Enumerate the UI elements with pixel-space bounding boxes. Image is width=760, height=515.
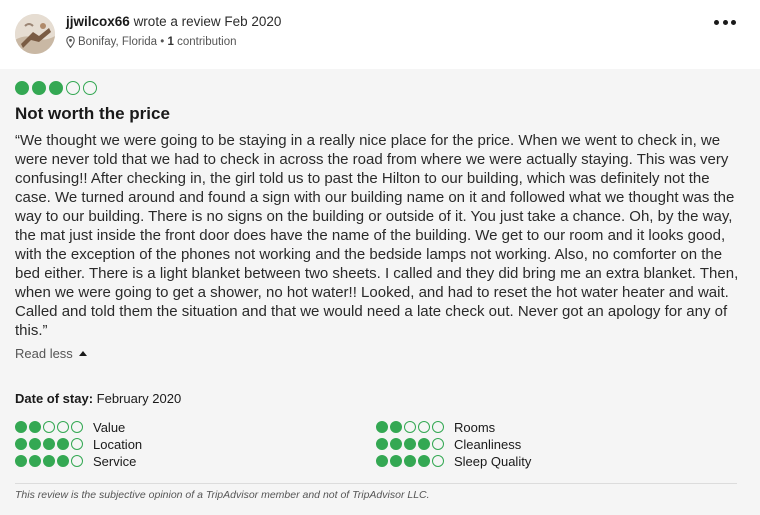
- filled-bubble-icon: [57, 438, 69, 450]
- sub-rating-label: Service: [93, 453, 137, 469]
- sub-rating-bubbles: [15, 421, 83, 433]
- avatar-image: [15, 14, 55, 54]
- sub-rating-bubbles: [376, 438, 444, 450]
- empty-bubble-icon: [66, 81, 80, 95]
- filled-bubble-icon: [43, 438, 55, 450]
- disclaimer: This review is the subjective opinion of…: [15, 489, 430, 501]
- sub-rating-rooms: Rooms: [376, 419, 495, 435]
- empty-bubble-icon: [57, 421, 69, 433]
- review-title[interactable]: Not worth the price: [15, 104, 170, 124]
- divider: [15, 483, 737, 484]
- caret-up-icon: [78, 351, 87, 356]
- sub-rating-location: Location: [15, 436, 142, 452]
- filled-bubble-icon: [404, 438, 416, 450]
- read-less-label: Read less: [15, 346, 73, 361]
- sub-rating-bubbles: [376, 421, 444, 433]
- filled-bubble-icon: [376, 455, 388, 467]
- more-dot: [731, 19, 736, 25]
- sub-rating-sleep-quality: Sleep Quality: [376, 453, 531, 469]
- meta-separator: •: [157, 36, 168, 48]
- filled-bubble-icon: [404, 455, 416, 467]
- filled-bubble-icon: [418, 438, 430, 450]
- filled-bubble-icon: [390, 438, 402, 450]
- reviewer-line: jjwilcox66 wrote a review Feb 2020: [66, 14, 281, 29]
- date-of-stay-label: Date of stay:: [15, 391, 94, 406]
- empty-bubble-icon: [43, 421, 55, 433]
- filled-bubble-icon: [15, 421, 27, 433]
- filled-bubble-icon: [29, 421, 41, 433]
- overall-rating-bubbles: [15, 81, 97, 95]
- filled-bubble-icon: [32, 81, 46, 95]
- empty-bubble-icon: [432, 438, 444, 450]
- date-of-stay: Date of stay: February 2020: [15, 391, 181, 406]
- sub-rating-value: Value: [15, 419, 125, 435]
- reviewer-location: Bonifay, Florida: [78, 36, 158, 48]
- empty-bubble-icon: [71, 421, 83, 433]
- review-action-text: wrote a review Feb 2020: [133, 14, 282, 29]
- filled-bubble-icon: [376, 421, 388, 433]
- filled-bubble-icon: [15, 455, 27, 467]
- more-dot: [714, 19, 719, 25]
- review-body: Not worth the price “We thought we were …: [0, 69, 760, 515]
- filled-bubble-icon: [29, 438, 41, 450]
- read-less-button[interactable]: Read less: [15, 346, 87, 361]
- empty-bubble-icon: [83, 81, 97, 95]
- review-text: “We thought we were going to be staying …: [15, 132, 739, 339]
- map-pin-icon: [66, 36, 75, 48]
- empty-bubble-icon: [432, 455, 444, 467]
- filled-bubble-icon: [390, 455, 402, 467]
- reviewer-username[interactable]: jjwilcox66: [66, 14, 130, 29]
- empty-bubble-icon: [71, 455, 83, 467]
- empty-bubble-icon: [71, 438, 83, 450]
- date-of-stay-value: February 2020: [96, 391, 182, 406]
- sub-rating-cleanliness: Cleanliness: [376, 436, 521, 452]
- empty-bubble-icon: [404, 421, 416, 433]
- more-dot: [722, 19, 728, 25]
- filled-bubble-icon: [49, 81, 63, 95]
- reviewer-meta: Bonifay, Florida • 1 contribution: [66, 36, 237, 48]
- more-options-icon[interactable]: [714, 12, 736, 32]
- filled-bubble-icon: [376, 438, 388, 450]
- filled-bubble-icon: [43, 455, 55, 467]
- filled-bubble-icon: [15, 81, 29, 95]
- sub-rating-label: Sleep Quality: [454, 453, 532, 469]
- empty-bubble-icon: [432, 421, 444, 433]
- contribution-label: contribution: [177, 36, 237, 48]
- avatar[interactable]: [15, 14, 55, 54]
- sub-rating-label: Rooms: [454, 419, 496, 435]
- empty-bubble-icon: [418, 421, 430, 433]
- sub-rating-label: Cleanliness: [454, 436, 522, 452]
- sub-rating-label: Location: [93, 436, 143, 452]
- sub-rating-service: Service: [15, 453, 136, 469]
- sub-rating-bubbles: [15, 438, 83, 450]
- sub-rating-bubbles: [376, 455, 444, 467]
- sub-rating-bubbles: [15, 455, 83, 467]
- filled-bubble-icon: [418, 455, 430, 467]
- filled-bubble-icon: [57, 455, 69, 467]
- filled-bubble-icon: [390, 421, 402, 433]
- filled-bubble-icon: [15, 438, 27, 450]
- sub-rating-label: Value: [93, 419, 126, 435]
- review-header: jjwilcox66 wrote a review Feb 2020 Bonif…: [0, 0, 760, 69]
- filled-bubble-icon: [29, 455, 41, 467]
